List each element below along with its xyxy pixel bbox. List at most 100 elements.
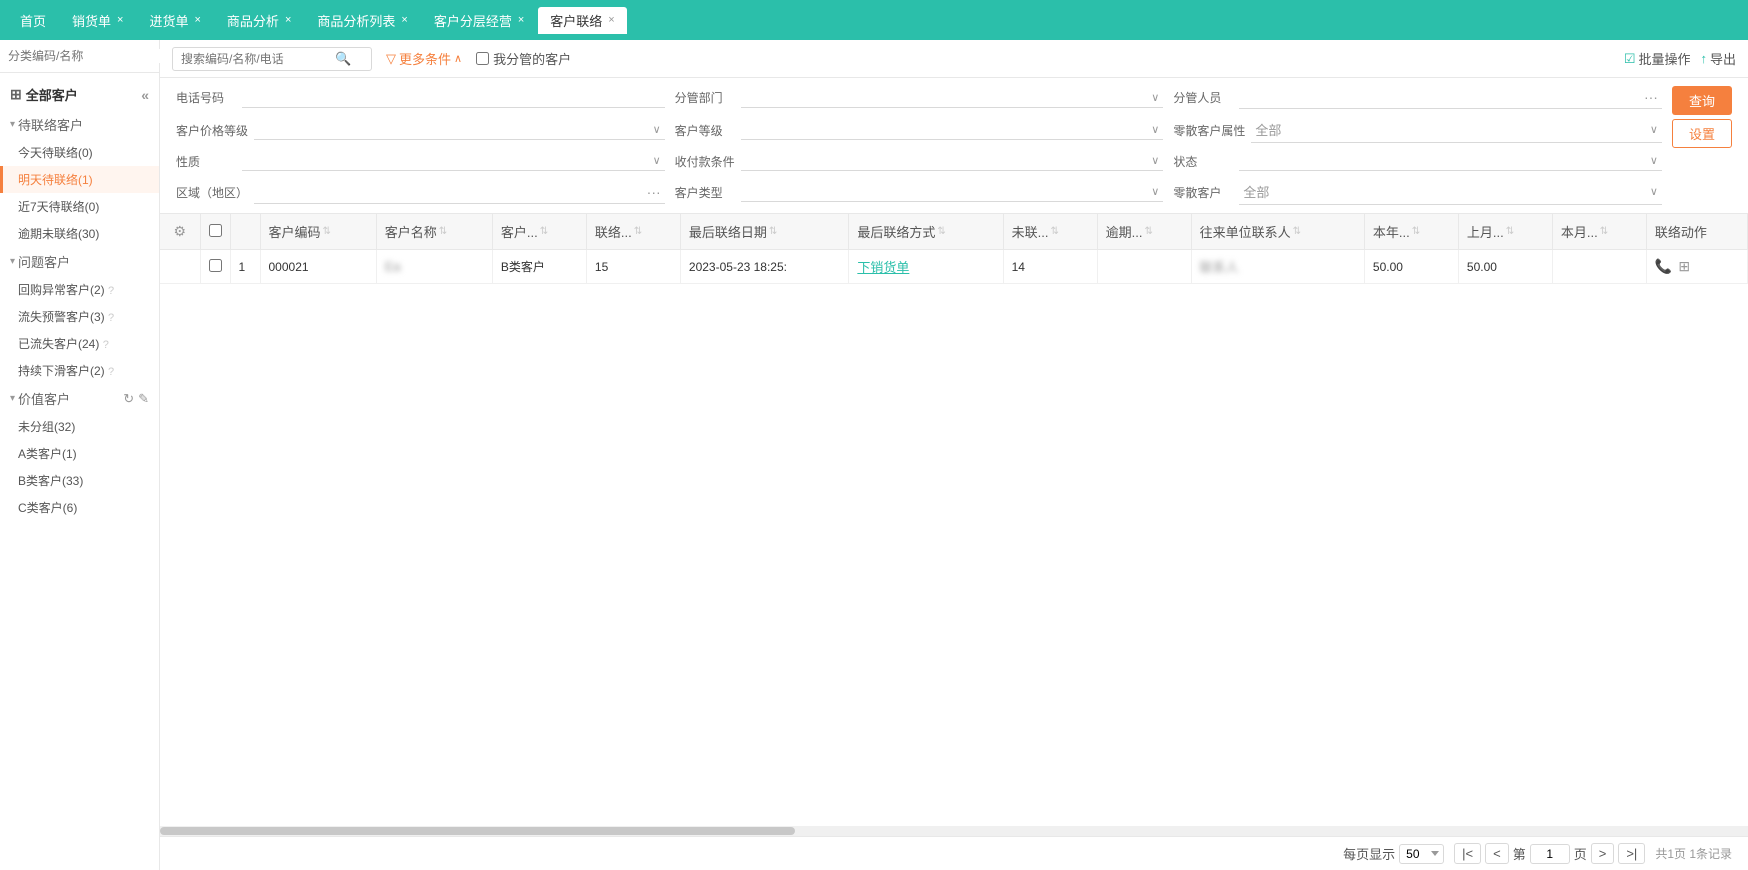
row-last-month: 50.00 xyxy=(1458,250,1552,284)
filter-nature-select[interactable]: ∨ xyxy=(242,151,665,171)
filter-customer-level-select[interactable]: ∨ xyxy=(741,120,1164,140)
my-customers-checkbox[interactable]: 我分管的客户 xyxy=(476,49,571,68)
sort-icon-lcm: ⇅ xyxy=(937,226,945,237)
row-phone-action-icon[interactable]: 📞 xyxy=(1655,258,1672,275)
prev-page-button[interactable]: < xyxy=(1485,843,1509,864)
last-month-column-header[interactable]: 上月...⇅ xyxy=(1458,214,1552,250)
close-product-analysis-icon[interactable]: × xyxy=(285,14,291,26)
nav-customer-contact[interactable]: 客户联络 × xyxy=(538,7,626,34)
this-year-column-header[interactable]: 本年...⇅ xyxy=(1364,214,1458,250)
nav-sales[interactable]: 销货单 × xyxy=(60,7,135,34)
filter-more-btn[interactable]: ▽ 更多条件 ∧ xyxy=(380,46,468,71)
sidebar-item-churn-warning[interactable]: 流失预警客户(3) ? xyxy=(0,303,159,330)
close-purchase-icon[interactable]: × xyxy=(194,14,200,26)
filter-department-select[interactable]: ∨ xyxy=(741,88,1164,108)
collapse-sidebar-icon[interactable]: « xyxy=(141,87,149,103)
filter-scatter-select[interactable]: 全部 ∨ xyxy=(1239,179,1662,205)
manager-dots-icon[interactable]: ··· xyxy=(1644,89,1658,105)
sidebar-item-7days-contact[interactable]: 近7天待联络(0) xyxy=(0,193,159,220)
funnel-icon: ▽ xyxy=(386,51,396,67)
toolbar-search-icon[interactable]: 🔍 xyxy=(335,51,351,67)
unit-contact-column-header[interactable]: 往来单位联系人⇅ xyxy=(1191,214,1364,250)
sort-icon-code: ⇅ xyxy=(323,226,331,237)
last-contact-method-column-header[interactable]: 最后联络方式⇅ xyxy=(849,214,1003,250)
my-customers-check[interactable] xyxy=(476,52,489,65)
sidebar-item-class-a[interactable]: A类客户(1) xyxy=(0,440,159,467)
sidebar-item-ungrouped[interactable]: 未分组(32) xyxy=(0,413,159,440)
close-customer-contact-icon[interactable]: × xyxy=(608,14,614,26)
sidebar-group-problems[interactable]: ▾ 问题客户 xyxy=(0,247,159,276)
scrollbar-thumb[interactable] xyxy=(160,827,795,835)
table-area: ⚙ 客户编码⇅ 客户名称⇅ 客户...⇅ xyxy=(160,214,1748,826)
triangle-icon-2: ▾ xyxy=(10,256,15,267)
sidebar-item-today-contact[interactable]: 今天待联络(0) xyxy=(0,139,159,166)
nav-product-analysis[interactable]: 商品分析 × xyxy=(215,7,303,34)
sidebar-item-tomorrow-contact[interactable]: 明天待联络(1) xyxy=(0,166,159,193)
contact-column-header[interactable]: 联络...⇅ xyxy=(586,214,680,250)
search-input[interactable] xyxy=(181,52,331,66)
sidebar-all-customers[interactable]: ⊞ 全部客户 « xyxy=(0,79,159,110)
select-all-checkbox[interactable] xyxy=(209,224,222,237)
row-type: B类客户 xyxy=(492,250,586,284)
row-last-contact-method: 下销货单 xyxy=(849,250,1003,284)
row-select-checkbox[interactable] xyxy=(209,259,222,272)
filter-price-level-select[interactable]: ∨ xyxy=(254,120,665,140)
last-contact-date-column-header[interactable]: 最后联络日期⇅ xyxy=(680,214,848,250)
next-page-button[interactable]: > xyxy=(1591,843,1615,864)
settings-column-header: ⚙ xyxy=(160,214,200,250)
page-size-select[interactable]: 10 20 50 100 xyxy=(1399,844,1444,864)
sort-icon-ty: ⇅ xyxy=(1412,226,1420,237)
page-number-input[interactable] xyxy=(1530,844,1570,864)
this-month-column-header[interactable]: 本月...⇅ xyxy=(1552,214,1646,250)
sidebar-item-churned[interactable]: 已流失客户(24) ? xyxy=(0,330,159,357)
export-btn[interactable]: ↑ 导出 xyxy=(1700,49,1736,68)
value-edit-icon[interactable]: ✎ xyxy=(138,391,149,407)
sidebar-group-pending[interactable]: ▾ 待联络客户 xyxy=(0,110,159,139)
filter-manager-select[interactable]: ··· xyxy=(1239,86,1662,109)
filter-region-select[interactable]: ··· xyxy=(254,181,665,204)
nav-home[interactable]: 首页 xyxy=(8,7,58,34)
query-button[interactable]: 查询 xyxy=(1672,86,1732,115)
batch-op-btn[interactable]: ☑ 批量操作 xyxy=(1624,49,1691,68)
type-column-header[interactable]: 客户...⇅ xyxy=(492,214,586,250)
name-column-header[interactable]: 客户名称⇅ xyxy=(376,214,492,250)
filter-scatter-attr-select[interactable]: 全部 ∨ xyxy=(1251,117,1662,143)
page-size-selector: 每页显示 10 20 50 100 xyxy=(1343,844,1444,864)
sidebar-item-repurchase-abnormal[interactable]: 回购异常客户(2) ? xyxy=(0,276,159,303)
row-last-contact-date: 2023-05-23 18:25: xyxy=(680,250,848,284)
dropdown-arrow-icon-4: ∨ xyxy=(1650,123,1658,136)
filter-phone: 电话号码 xyxy=(176,87,665,108)
close-customer-tier-icon[interactable]: × xyxy=(518,14,524,26)
sidebar-group-value[interactable]: ▾ 价值客户 ↻ ✎ xyxy=(0,384,159,413)
sidebar-item-class-b[interactable]: B类客户(33) xyxy=(0,467,159,494)
uncontacted-column-header[interactable]: 未联...⇅ xyxy=(1003,214,1097,250)
sidebar-item-overdue-contact[interactable]: 逾期未联络(30) xyxy=(0,220,159,247)
nav-product-analysis-list[interactable]: 商品分析列表 × xyxy=(305,7,419,34)
horizontal-scrollbar[interactable] xyxy=(160,826,1748,836)
sort-icon-contact: ⇅ xyxy=(634,226,642,237)
close-product-analysis-list-icon[interactable]: × xyxy=(401,14,407,26)
nav-customer-tier[interactable]: 客户分层经营 × xyxy=(422,7,536,34)
sidebar-item-declining[interactable]: 持续下滑客户(2) ? xyxy=(0,357,159,384)
sidebar-search-input[interactable] xyxy=(8,49,163,63)
row-grid-action-icon[interactable]: ⊞ xyxy=(1678,258,1690,275)
row-this-year: 50.00 xyxy=(1364,250,1458,284)
first-page-button[interactable]: |< xyxy=(1454,843,1481,864)
triangle-icon-3: ▾ xyxy=(10,393,15,404)
value-refresh-icon[interactable]: ↻ xyxy=(123,391,134,407)
filter-customer-type-select[interactable]: ∨ xyxy=(741,182,1164,202)
filter-status-select[interactable]: ∨ xyxy=(1239,151,1662,171)
toolbar-right: ☑ 批量操作 ↑ 导出 xyxy=(1624,49,1736,68)
overdue-column-header[interactable]: 逾期...⇅ xyxy=(1097,214,1191,250)
region-dots-icon[interactable]: ··· xyxy=(647,184,661,200)
filter-phone-input[interactable] xyxy=(242,87,665,108)
filter-payment-select[interactable]: ∨ xyxy=(741,151,1164,171)
close-sales-icon[interactable]: × xyxy=(117,14,123,26)
last-contact-link[interactable]: 下销货单 xyxy=(857,260,909,275)
setting-button[interactable]: 设置 xyxy=(1672,119,1732,148)
sidebar-item-class-c[interactable]: C类客户(6) xyxy=(0,494,159,521)
code-column-header[interactable]: 客户编码⇅ xyxy=(260,214,376,250)
last-page-button[interactable]: >| xyxy=(1618,843,1645,864)
gear-icon[interactable]: ⚙ xyxy=(173,223,186,239)
nav-purchase[interactable]: 进货单 × xyxy=(137,7,212,34)
